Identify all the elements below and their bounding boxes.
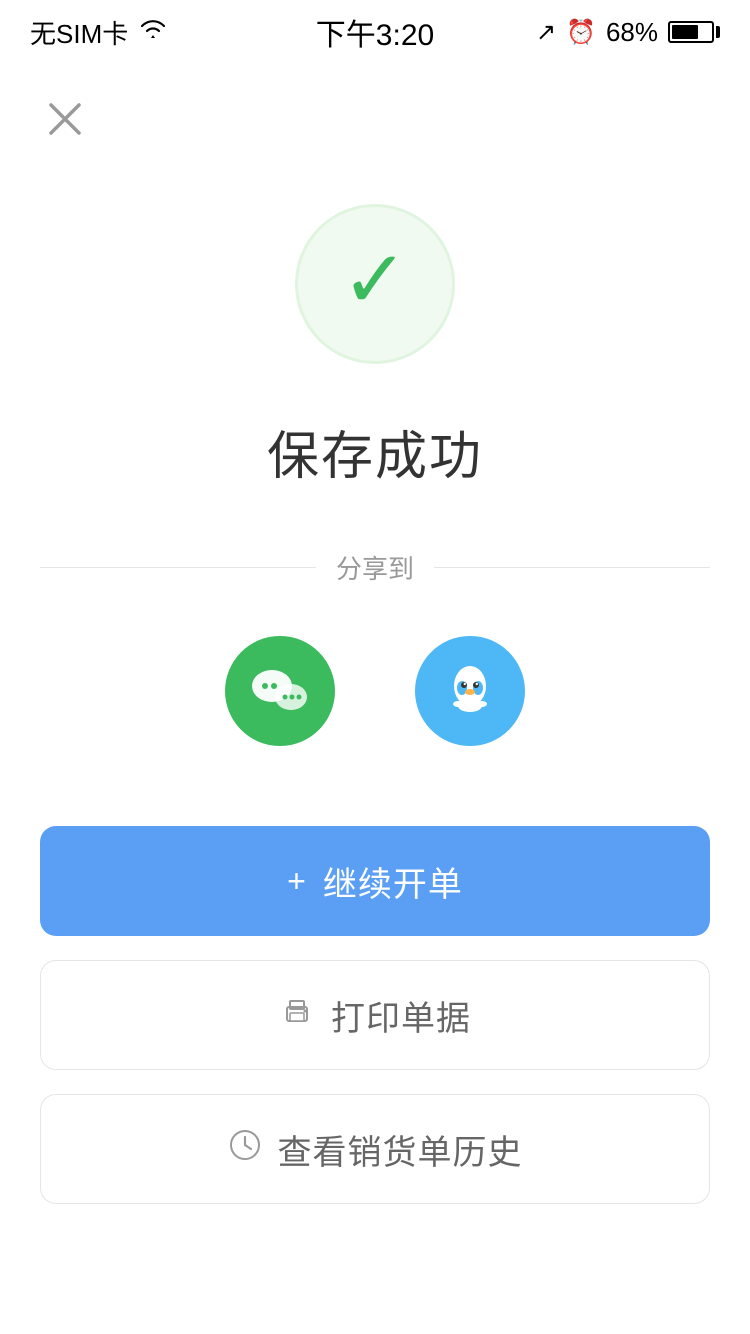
share-divider: 分享到 — [40, 549, 710, 586]
share-qq-button[interactable] — [415, 636, 525, 746]
plus-icon: + — [287, 863, 307, 900]
close-button-row — [40, 64, 710, 164]
print-label: 打印单据 — [331, 991, 471, 1040]
location-icon: ↗ — [536, 18, 556, 47]
share-icons-row — [225, 636, 525, 746]
status-time: 下午3:20 — [316, 10, 434, 54]
status-left: 无SIM卡 — [30, 14, 168, 51]
checkmark-icon: ✓ — [341, 240, 408, 320]
battery-percent: 68% — [606, 17, 658, 48]
close-button[interactable] — [40, 94, 90, 144]
wifi-icon — [138, 17, 168, 48]
success-icon-circle: ✓ — [295, 204, 455, 364]
battery-icon — [668, 21, 720, 43]
print-button[interactable]: 打印单据 — [40, 960, 710, 1070]
divider-left — [40, 567, 316, 568]
clock-icon — [228, 1128, 262, 1170]
success-title: 保存成功 — [267, 414, 483, 489]
continue-label: 继续开单 — [323, 857, 463, 906]
continue-button[interactable]: + 继续开单 — [40, 826, 710, 936]
share-label: 分享到 — [336, 549, 414, 586]
status-bar: 无SIM卡 下午3:20 ↗ ⏰ 68% — [0, 0, 750, 64]
main-content: ✓ 保存成功 分享到 — [0, 64, 750, 1204]
action-buttons: + 继续开单 打印单据 — [40, 826, 710, 1204]
history-button[interactable]: 查看销货单历史 — [40, 1094, 710, 1204]
alarm-icon: ⏰ — [566, 18, 596, 47]
print-icon — [279, 993, 315, 1037]
divider-right — [434, 567, 710, 568]
share-wechat-button[interactable] — [225, 636, 335, 746]
history-label: 查看销货单历史 — [278, 1125, 523, 1174]
carrier-label: 无SIM卡 — [30, 14, 128, 51]
status-right: ↗ ⏰ 68% — [536, 17, 720, 48]
